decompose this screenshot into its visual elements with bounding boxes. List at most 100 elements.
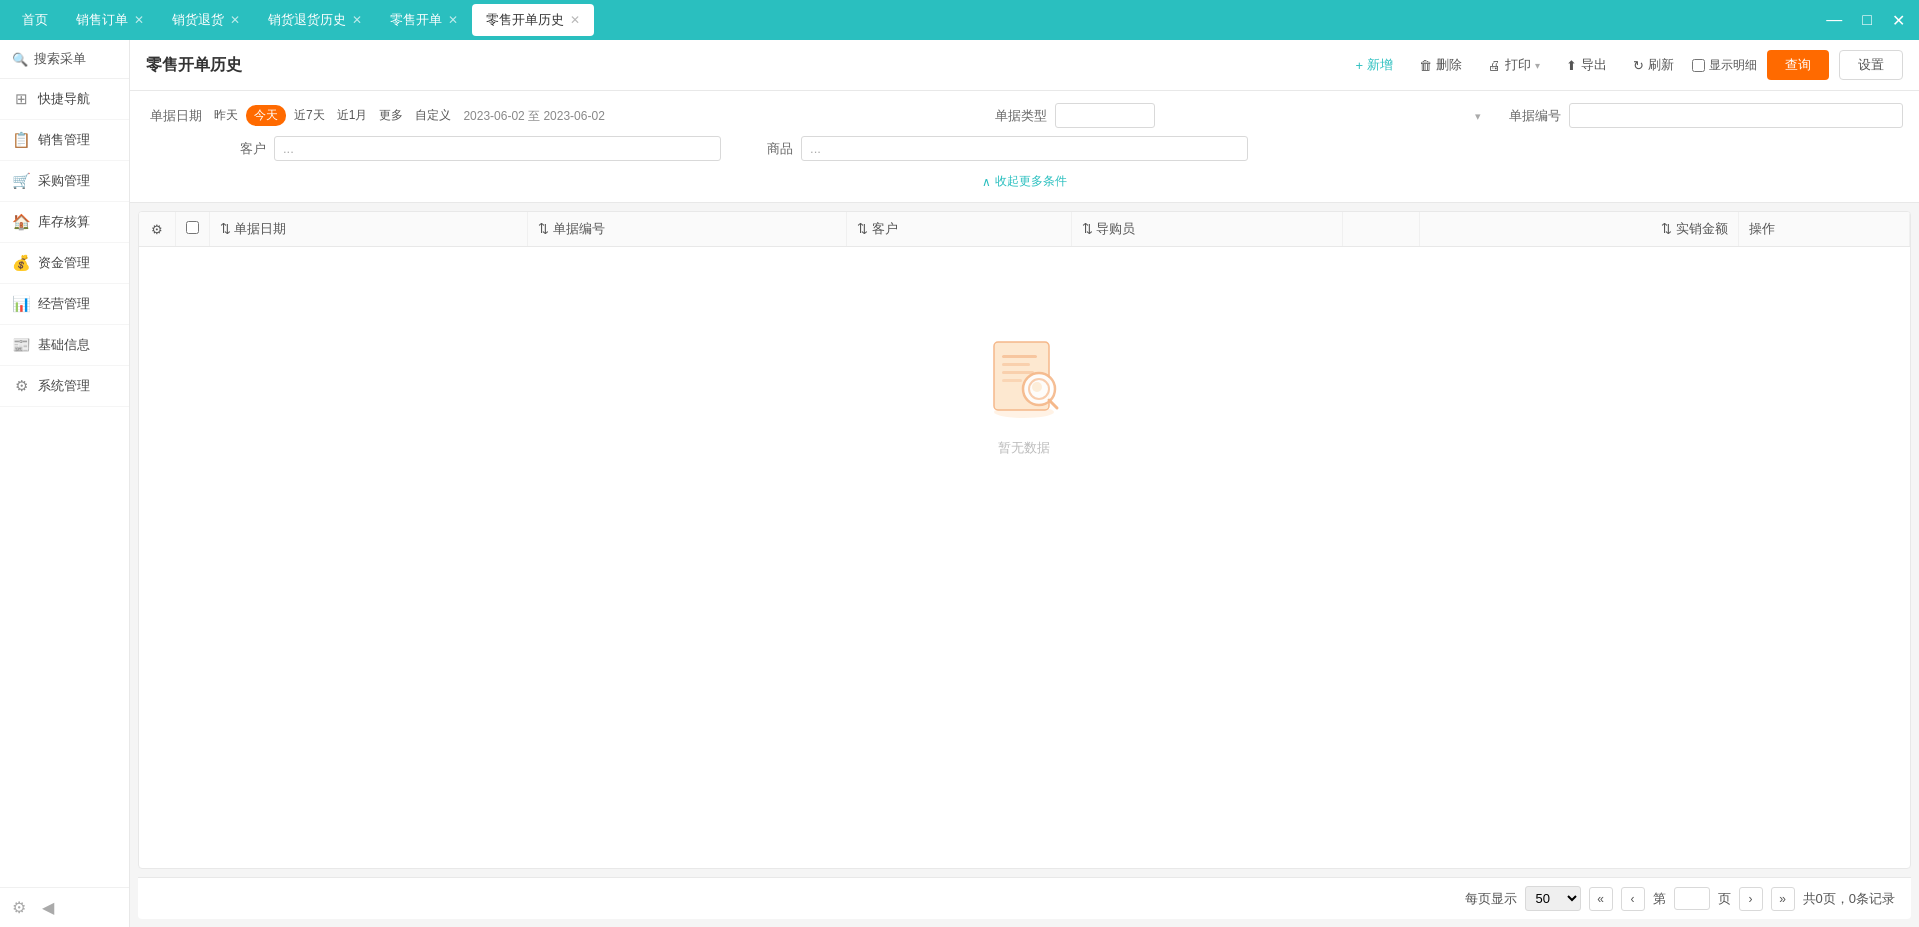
- sidebar-item-finance[interactable]: 💰 资金管理: [0, 243, 129, 284]
- product-input[interactable]: ...: [801, 136, 1248, 161]
- window-maximize-btn[interactable]: □: [1856, 9, 1878, 31]
- date-btn-7days[interactable]: 近7天: [290, 105, 329, 126]
- window-minimize-btn[interactable]: —: [1820, 9, 1848, 31]
- show-detail-checkbox[interactable]: 显示明细: [1692, 57, 1757, 74]
- date-btn-more[interactable]: 更多: [375, 105, 407, 126]
- col-billno[interactable]: ⇅ 单据编号: [528, 212, 847, 247]
- tab-close-retail-history[interactable]: ✕: [570, 13, 580, 27]
- tab-sales-return[interactable]: 销货退货 ✕: [158, 4, 254, 36]
- customer-input[interactable]: ...: [274, 136, 721, 161]
- filter-row-2: 客户 ... 商品 ...: [146, 136, 1903, 161]
- top-tabbar: 首页 销售订单 ✕ 销货退货 ✕ 销货退货历史 ✕ 零售开单 ✕ 零售开单历史 …: [0, 0, 1919, 40]
- col-check[interactable]: [175, 212, 209, 247]
- window-controls: — □ ✕: [1820, 9, 1911, 32]
- refresh-button[interactable]: ↻ 刷新: [1625, 52, 1682, 78]
- tab-home[interactable]: 首页: [8, 4, 62, 36]
- sidebar-item-label: 系统管理: [38, 377, 90, 395]
- filter-billtype-field: 单据类型 全部: [991, 103, 1489, 128]
- col-salesperson[interactable]: ⇅ 导购员: [1071, 212, 1343, 247]
- sales-mgmt-icon: 📋: [12, 131, 30, 149]
- date-range-text: 2023-06-02 至 2023-06-02: [463, 108, 604, 125]
- sidebar-item-label: 库存核算: [38, 213, 90, 231]
- settings-button[interactable]: 设置: [1839, 50, 1903, 80]
- sidebar-search-label: 搜索采单: [34, 50, 86, 68]
- show-detail-label: 显示明细: [1709, 57, 1757, 74]
- select-all-checkbox[interactable]: [186, 221, 199, 234]
- table-header-row: ⚙ ⇅ 单据日期 ⇅ 单据编号 ⇅ 客户: [139, 212, 1910, 247]
- print-button[interactable]: 🖨 打印 ▾: [1480, 52, 1548, 78]
- date-btn-custom[interactable]: 自定义: [411, 105, 455, 126]
- sidebar-search[interactable]: 🔍 搜索采单: [0, 40, 129, 79]
- sidebar-collapse-btn[interactable]: ◀: [42, 898, 54, 917]
- page-last-btn[interactable]: »: [1771, 887, 1795, 911]
- page-prefix-label: 第: [1653, 890, 1666, 908]
- delete-button[interactable]: 🗑 删除: [1411, 52, 1470, 78]
- sidebar-item-purchase-mgmt[interactable]: 🛒 采购管理: [0, 161, 129, 202]
- page-suffix-label: 页: [1718, 890, 1731, 908]
- collapse-icon: ∧: [982, 175, 991, 189]
- sidebar-item-quick-nav[interactable]: ⊞ 快捷导航: [0, 79, 129, 120]
- filter-product-field: 商品 ...: [737, 136, 1248, 161]
- sidebar-item-label: 快捷导航: [38, 90, 90, 108]
- col-action: 操作: [1738, 212, 1909, 247]
- svg-rect-5: [1002, 371, 1034, 374]
- sidebar-item-label: 经营管理: [38, 295, 90, 313]
- sidebar-item-inventory[interactable]: 🏠 库存核算: [0, 202, 129, 243]
- page-next-btn[interactable]: ›: [1739, 887, 1763, 911]
- sys-mgmt-icon: ⚙: [12, 377, 30, 395]
- col-customer[interactable]: ⇅ 客户: [847, 212, 1071, 247]
- tab-retail-order[interactable]: 零售开单 ✕: [376, 4, 472, 36]
- tab-close-sales-order[interactable]: ✕: [134, 13, 144, 27]
- billno-input[interactable]: [1569, 103, 1903, 128]
- page-prev-btn[interactable]: ‹: [1621, 887, 1645, 911]
- window-close-btn[interactable]: ✕: [1886, 9, 1911, 32]
- empty-text: 暂无数据: [998, 439, 1050, 457]
- tab-close-retail-order[interactable]: ✕: [448, 13, 458, 27]
- export-button[interactable]: ⬆ 导出: [1558, 52, 1615, 78]
- per-page-select[interactable]: 50 10 20 100: [1525, 886, 1581, 911]
- purchase-mgmt-icon: 🛒: [12, 172, 30, 190]
- collapse-btn[interactable]: ∧ 收起更多条件: [146, 169, 1903, 194]
- sidebar-item-label: 采购管理: [38, 172, 90, 190]
- page-number-input[interactable]: 1: [1674, 887, 1710, 910]
- sidebar: 🔍 搜索采单 ⊞ 快捷导航 📋 销售管理 🛒 采购管理 🏠 库存核算 💰 资金管…: [0, 40, 130, 927]
- pagination-bar: 每页显示 50 10 20 100 « ‹ 第 1 页 › » 共0页，0条记录: [138, 877, 1911, 919]
- sidebar-item-operations[interactable]: 📊 经营管理: [0, 284, 129, 325]
- sidebar-item-sales-mgmt[interactable]: 📋 销售管理: [0, 120, 129, 161]
- filter-bar: 单据日期 昨天 今天 近7天 近1月 更多 自定义 2023-06-02 至 2…: [130, 91, 1919, 203]
- tab-sales-order[interactable]: 销售订单 ✕: [62, 4, 158, 36]
- billtype-select[interactable]: 全部: [1055, 103, 1155, 128]
- page-first-btn[interactable]: «: [1589, 887, 1613, 911]
- total-text: 共0页，0条记录: [1803, 890, 1895, 908]
- billtype-select-wrapper: 全部: [1055, 103, 1489, 128]
- svg-rect-4: [1002, 363, 1030, 366]
- search-icon: 🔍: [12, 52, 28, 67]
- sidebar-item-sys-mgmt[interactable]: ⚙ 系统管理: [0, 366, 129, 407]
- sidebar-settings-btn[interactable]: ⚙: [12, 898, 26, 917]
- basic-info-icon: 📰: [12, 336, 30, 354]
- query-button[interactable]: 查询: [1767, 50, 1829, 80]
- add-button[interactable]: + 新增: [1347, 52, 1401, 78]
- tab-retail-history[interactable]: 零售开单历史 ✕: [472, 4, 594, 36]
- filter-customer-field: 客户 ...: [210, 136, 721, 161]
- col-settings[interactable]: ⚙: [139, 212, 175, 247]
- toolbar: + 新增 🗑 删除 🖨 打印 ▾ ⬆ 导出 ↻ 刷新: [1347, 50, 1903, 80]
- date-label: 单据日期: [146, 107, 202, 125]
- sidebar-item-label: 基础信息: [38, 336, 90, 354]
- sidebar-item-label: 销售管理: [38, 131, 90, 149]
- svg-line-9: [1049, 400, 1057, 408]
- export-icon: ⬆: [1566, 58, 1577, 73]
- tab-close-sales-return-history[interactable]: ✕: [352, 13, 362, 27]
- data-table: ⚙ ⇅ 单据日期 ⇅ 单据编号 ⇅ 客户: [139, 212, 1910, 537]
- customer-label: 客户: [210, 140, 266, 158]
- content-area: 零售开单历史 + 新增 🗑 删除 🖨 打印 ▾ ⬆ 导出: [130, 40, 1919, 927]
- sidebar-item-basic-info[interactable]: 📰 基础信息: [0, 325, 129, 366]
- date-btn-1month[interactable]: 近1月: [333, 105, 372, 126]
- date-btn-today[interactable]: 今天: [246, 105, 286, 126]
- col-date[interactable]: ⇅ 单据日期: [209, 212, 528, 247]
- tab-sales-return-history[interactable]: 销货退货历史 ✕: [254, 4, 376, 36]
- show-detail-input[interactable]: [1692, 59, 1705, 72]
- col-amount[interactable]: ⇅ 实销金额: [1419, 212, 1738, 247]
- tab-close-sales-return[interactable]: ✕: [230, 13, 240, 27]
- date-btn-yesterday[interactable]: 昨天: [210, 105, 242, 126]
